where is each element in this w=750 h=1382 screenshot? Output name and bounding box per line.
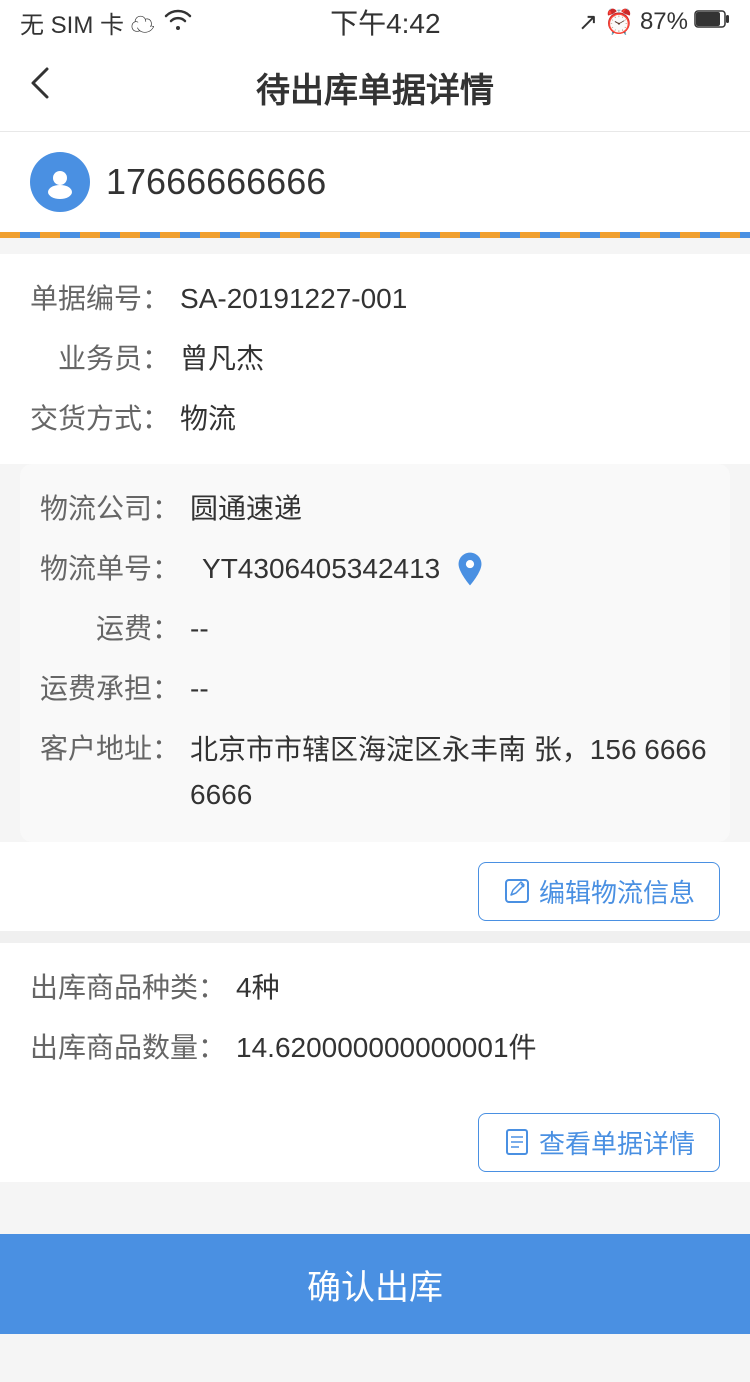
edit-logistics-section: 编辑物流信息 [0,842,750,931]
page-title: 待出库单据详情 [256,63,494,112]
freight-value: -- [180,608,710,650]
customer-header: 17666666666 [0,132,750,232]
status-bar-right: ↗ ⏰ 87% [578,8,730,37]
confirm-btn-label: 确认出库 [307,1260,443,1309]
status-bar-left: 无 SIM 卡 ☁ [20,5,193,40]
nav-bar: 待出库单据详情 [0,44,750,132]
wifi-icon [163,8,193,37]
logistics-company-row: 物流公司： 圆通速递 [40,488,710,530]
goods-quantity-value: 14.620000000000001件 [226,1027,720,1069]
goods-type-label: 出库商品种类： [30,967,226,1009]
delivery-method-row: 交货方式： 物流 [30,398,720,440]
customer-avatar [30,152,90,212]
delivery-method-value: 物流 [170,398,720,440]
status-time: 下午4:42 [330,2,441,42]
delivery-method-label: 交货方式： [30,398,170,440]
edit-icon [503,877,531,905]
document-no-value: SA-20191227-001 [170,278,720,320]
edit-logistics-label: 编辑物流信息 [539,873,695,910]
address-label: 客户地址： [40,728,180,770]
freight-bearer-label: 运费承担： [40,668,180,710]
logistics-card: 物流公司： 圆通速递 物流单号： YT4306405342413 运费： -- … [20,464,730,842]
back-button[interactable] [20,56,60,119]
no-sim-text: 无 SIM 卡 ☁ [20,5,155,40]
goods-type-row: 出库商品种类： 4种 [30,967,720,1009]
address-value: 北京市市辖区海淀区永丰南 张，156 6666 6666 [180,728,710,818]
status-bar: 无 SIM 卡 ☁ 下午4:42 ↗ ⏰ 87% [0,0,750,44]
logistics-company-label: 物流公司： [40,488,180,530]
section-divider [0,931,750,943]
sales-person-value: 曾凡杰 [170,338,720,380]
goods-quantity-row: 出库商品数量： 14.620000000000001件 [30,1027,720,1069]
battery-icon [694,8,730,36]
goods-section: 出库商品种类： 4种 出库商品数量： 14.620000000000001件 [0,943,750,1093]
address-row: 客户地址： 北京市市辖区海淀区永丰南 张，156 6666 6666 [40,728,710,818]
tracking-row: 物流单号： YT4306405342413 [40,548,710,590]
freight-bearer-row: 运费承担： -- [40,668,710,710]
document-icon [503,1128,531,1156]
sales-person-row: 业务员： 曾凡杰 [30,338,720,380]
document-no-row: 单据编号： SA-20191227-001 [30,278,720,320]
goods-type-value: 4种 [226,967,720,1009]
view-detail-button[interactable]: 查看单据详情 [478,1113,720,1172]
freight-bearer-value: -- [180,668,710,710]
logistics-company-value: 圆通速递 [180,488,710,530]
tracking-label: 物流单号： [40,548,180,590]
alarm-icon: ⏰ [604,8,634,37]
freight-label: 运费： [40,608,180,650]
tracking-number-text: YT4306405342413 [202,548,440,590]
location-pin-icon [452,551,488,587]
edit-logistics-button[interactable]: 编辑物流信息 [478,862,720,921]
document-no-label: 单据编号： [30,278,170,320]
battery-text: 87% [640,8,688,36]
view-detail-section: 查看单据详情 [0,1093,750,1182]
view-detail-label: 查看单据详情 [539,1124,695,1161]
goods-quantity-label: 出库商品数量： [30,1027,226,1069]
freight-row: 运费： -- [40,608,710,650]
sales-person-label: 业务员： [30,338,170,380]
basic-info-section: 单据编号： SA-20191227-001 业务员： 曾凡杰 交货方式： 物流 [0,254,750,464]
location-icon: ↗ [578,8,598,37]
customer-phone: 17666666666 [106,161,326,203]
tracking-value: YT4306405342413 [192,548,710,590]
dashed-divider [0,232,750,238]
confirm-outbound-button[interactable]: 确认出库 [0,1234,750,1334]
confirm-btn-wrap: 确认出库 [0,1234,750,1334]
